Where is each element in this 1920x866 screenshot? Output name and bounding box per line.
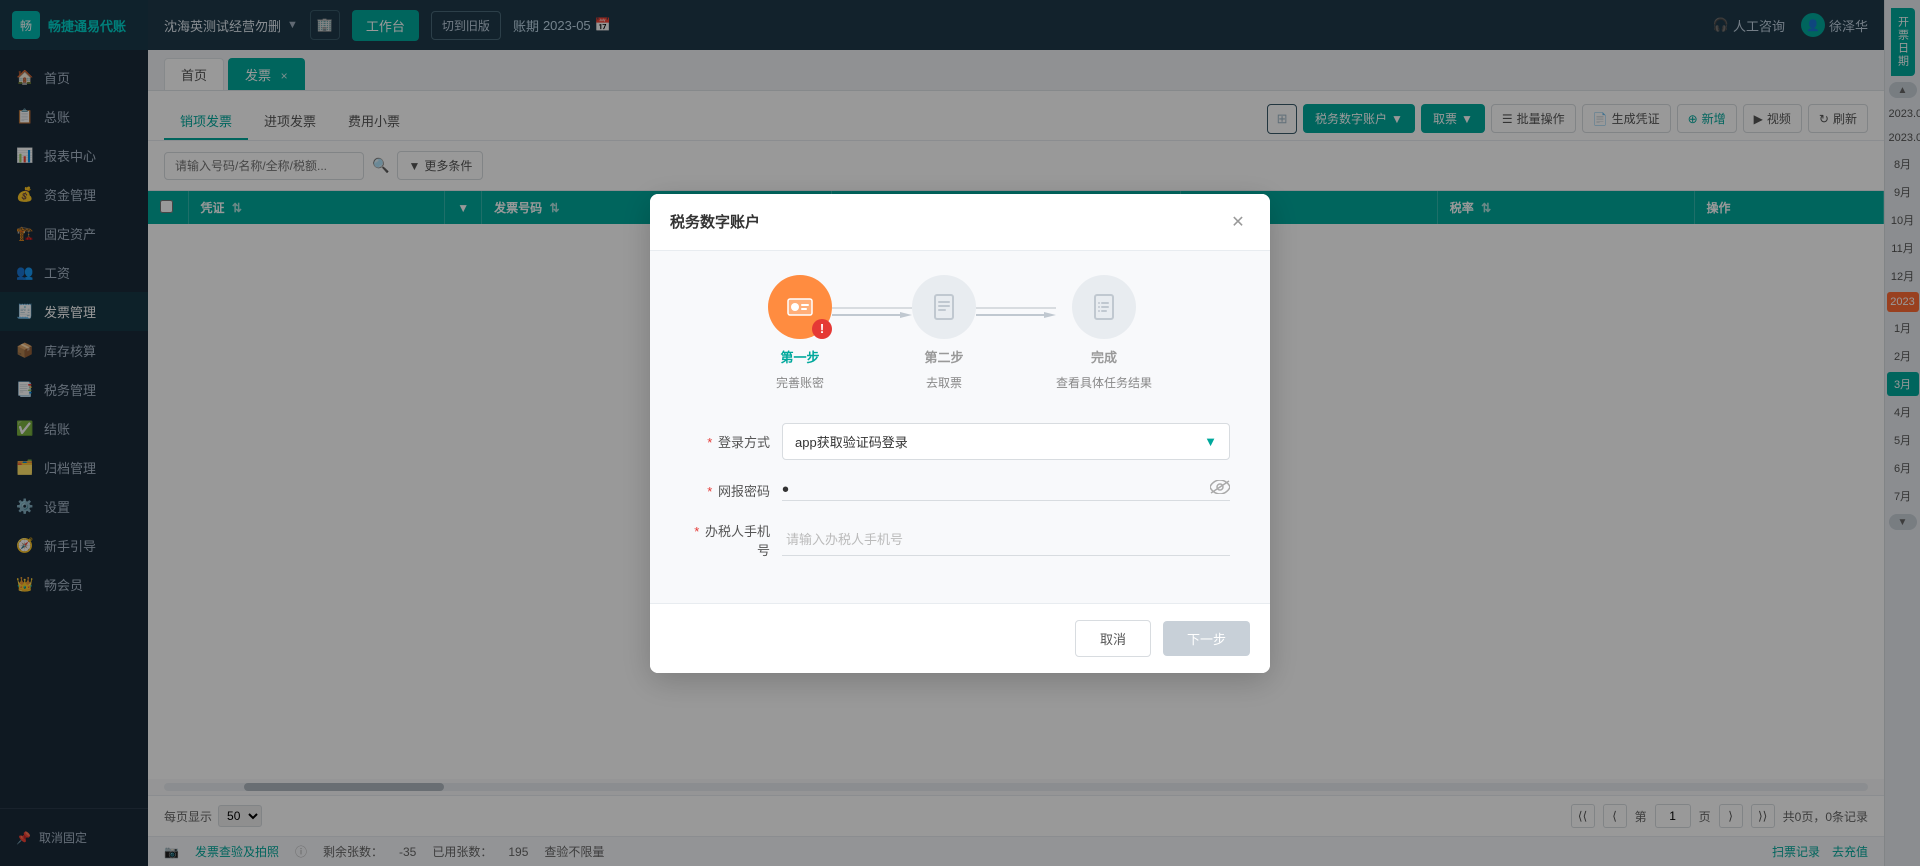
login-method-value: app获取验证码登录 bbox=[795, 432, 908, 451]
password-label: * 网报密码 bbox=[690, 481, 770, 500]
step-1-error-badge: ! bbox=[812, 319, 832, 339]
required-marker: * bbox=[707, 484, 712, 499]
step-3-icon bbox=[1072, 275, 1136, 339]
step-2-icon bbox=[912, 275, 976, 339]
dialog-body: ! 第一步 完善账密 bbox=[650, 251, 1270, 603]
step-1-desc: 完善账密 bbox=[776, 374, 824, 391]
id-card-svg bbox=[784, 291, 816, 323]
step-3-icon-wrap bbox=[1072, 275, 1136, 339]
step-1-icon-wrap: ! bbox=[768, 275, 832, 339]
dialog-title: 税务数字账户 bbox=[670, 211, 760, 232]
dialog-form: * 登录方式 app获取验证码登录 ▼ * 网报密码 • bbox=[690, 423, 1230, 559]
login-method-row: * 登录方式 app获取验证码登录 ▼ bbox=[690, 423, 1230, 460]
phone-input[interactable] bbox=[782, 524, 1230, 556]
step-3-label: 完成 bbox=[1091, 347, 1117, 366]
checklist-svg bbox=[1088, 291, 1120, 323]
login-method-label-text: 登录方式 bbox=[718, 435, 770, 450]
step-2-label: 第二步 bbox=[924, 347, 963, 366]
password-input-wrap: • bbox=[782, 480, 1230, 501]
required-marker: * bbox=[694, 524, 699, 539]
step-2: 第二步 去取票 bbox=[912, 275, 976, 391]
next-button[interactable]: 下一步 bbox=[1163, 621, 1250, 656]
eye-svg bbox=[1210, 480, 1230, 494]
step-connector-2 bbox=[976, 307, 1056, 309]
steps-indicator: ! 第一步 完善账密 bbox=[690, 275, 1230, 391]
dialog-close-button[interactable]: ✕ bbox=[1226, 210, 1250, 234]
phone-row: * 办税人手机号 bbox=[690, 521, 1230, 559]
login-method-select[interactable]: app获取验证码登录 ▼ bbox=[782, 423, 1230, 460]
dialog-footer: 取消 下一步 bbox=[650, 603, 1270, 673]
step-2-desc: 去取票 bbox=[926, 374, 962, 391]
step-1-label: 第一步 bbox=[780, 347, 819, 366]
toggle-password-icon[interactable] bbox=[1210, 480, 1230, 499]
phone-label: * 办税人手机号 bbox=[690, 521, 770, 559]
password-dot: • bbox=[782, 480, 789, 500]
required-marker: * bbox=[707, 435, 712, 450]
step-2-icon-wrap bbox=[912, 275, 976, 339]
dialog-header: 税务数字账户 ✕ bbox=[650, 194, 1270, 251]
password-row: * 网报密码 • bbox=[690, 480, 1230, 501]
step-3-desc: 查看具体任务结果 bbox=[1056, 374, 1152, 391]
select-dropdown-icon: ▼ bbox=[1204, 434, 1217, 449]
arrow-connector-1 bbox=[832, 310, 912, 320]
password-input[interactable] bbox=[797, 482, 1202, 497]
step-connector-1 bbox=[832, 307, 912, 309]
dialog-overlay: 税务数字账户 ✕ bbox=[0, 0, 1920, 866]
tax-account-dialog: 税务数字账户 ✕ bbox=[650, 194, 1270, 673]
step-1: ! 第一步 完善账密 bbox=[768, 275, 832, 391]
arrow-connector-2 bbox=[976, 310, 1056, 320]
step-3: 完成 查看具体任务结果 bbox=[1056, 275, 1152, 391]
doc-svg bbox=[928, 291, 960, 323]
phone-label-text: 办税人手机号 bbox=[705, 524, 770, 558]
password-label-text: 网报密码 bbox=[718, 484, 770, 499]
login-method-label: * 登录方式 bbox=[690, 432, 770, 451]
cancel-button[interactable]: 取消 bbox=[1075, 620, 1151, 657]
